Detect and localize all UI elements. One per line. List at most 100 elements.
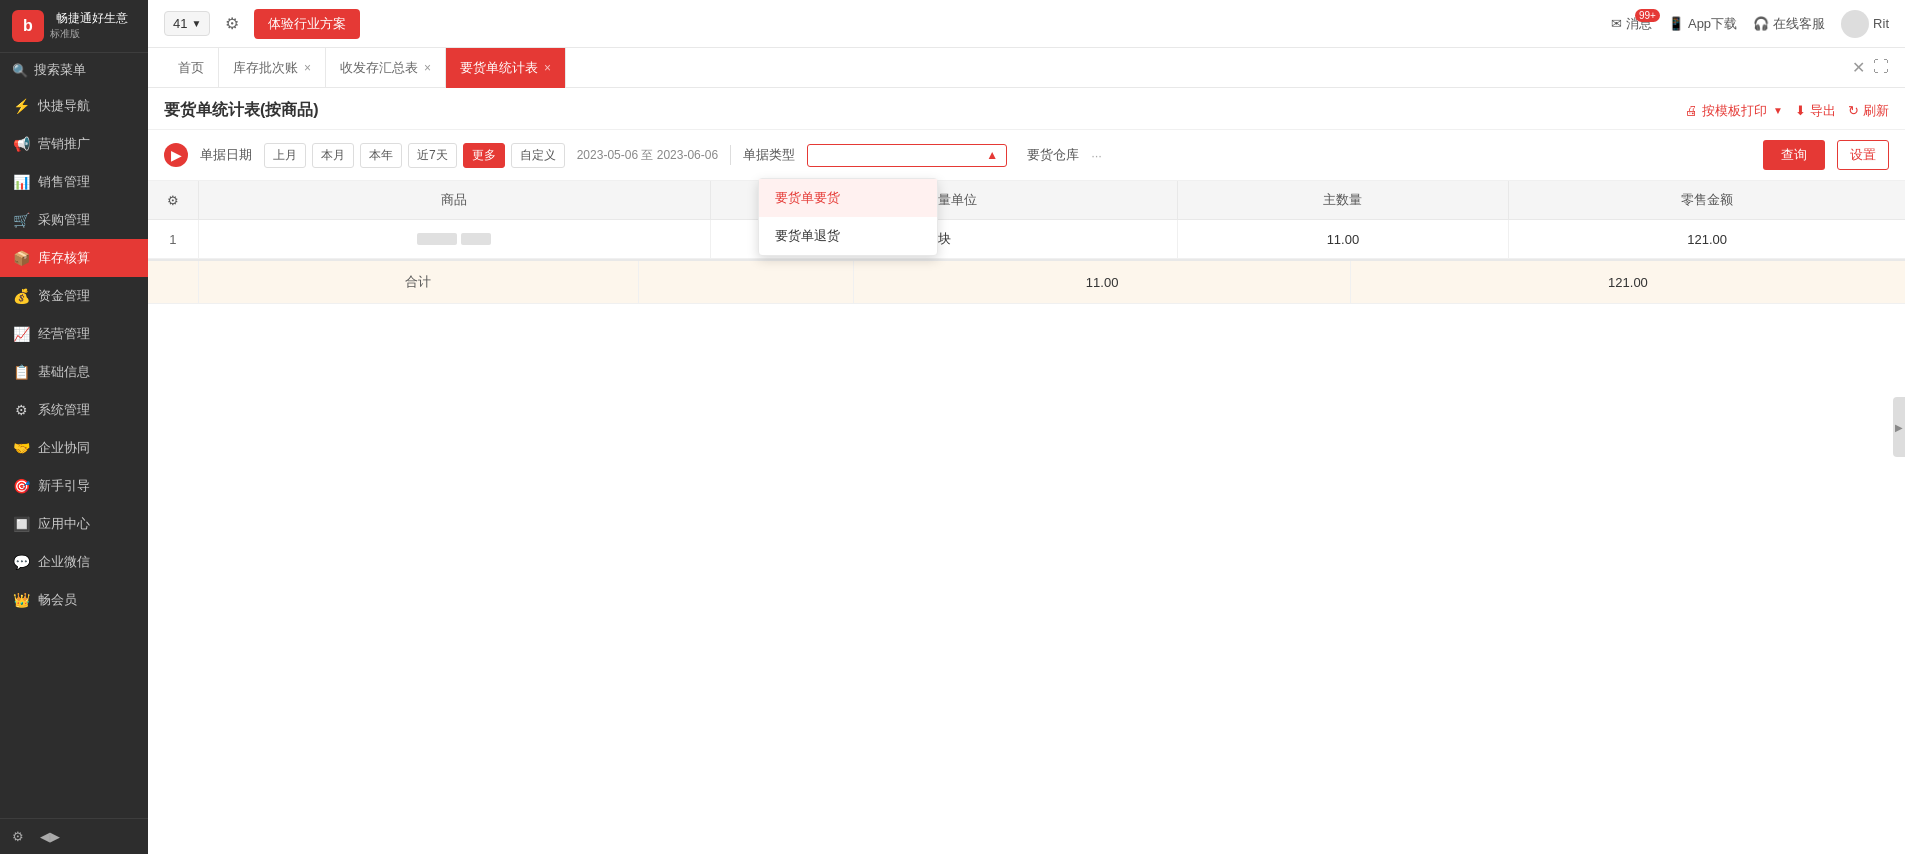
print-action[interactable]: 🖨 按模板打印 ▼	[1685, 102, 1783, 120]
main-area: 41 ▼ ⚙ 体验行业方案 ✉ 消息 99+ 📱 App下载 🎧 在线客服 R	[148, 0, 1905, 854]
gear-button[interactable]: ⚙	[218, 10, 246, 38]
sidebar-item-enterprise[interactable]: 🤝 企业协同	[0, 429, 148, 467]
query-button[interactable]: 查询	[1763, 140, 1825, 170]
date-this-year[interactable]: 本年	[360, 143, 402, 168]
sidebar-item-appstore[interactable]: 🔲 应用中心	[0, 505, 148, 543]
footer-quantity: 11.00	[854, 261, 1351, 304]
sidebar-item-wechat[interactable]: 💬 企业微信	[0, 543, 148, 581]
service-icon: 🎧	[1753, 16, 1769, 31]
sidebar-label-marketing: 营销推广	[38, 135, 90, 153]
online-service-label: 在线客服	[1773, 15, 1825, 33]
cell-product	[198, 220, 711, 259]
table-settings-icon[interactable]: ⚙	[167, 193, 179, 208]
sidebar-item-purchase[interactable]: 🛒 采购管理	[0, 201, 148, 239]
sidebar-label-newbie: 新手引导	[38, 477, 90, 495]
content-area: 要货单统计表(按商品) 🖨 按模板打印 ▼ ⬇ 导出 ↻ 刷新	[148, 88, 1905, 854]
tab-controls: ✕ ⛶	[1852, 58, 1889, 77]
dropdown-option-order-return[interactable]: 要货单退货	[759, 217, 937, 255]
date-custom[interactable]: 自定义	[511, 143, 565, 168]
sidebar-label-basic: 基础信息	[38, 363, 90, 381]
tab-receive-close[interactable]: ×	[424, 61, 431, 75]
sidebar: b 畅捷通好生意 标准版 🔍 搜索菜单 ⚡ 快捷导航 📢 营销推广 📊 销售管理…	[0, 0, 148, 854]
online-service-item[interactable]: 🎧 在线客服	[1753, 15, 1825, 33]
topbar-right: ✉ 消息 99+ 📱 App下载 🎧 在线客服 Rit	[1611, 10, 1889, 38]
sidebar-label-inventory: 库存核算	[38, 249, 90, 267]
user-avatar[interactable]: Rit	[1841, 10, 1889, 38]
date-last-7days[interactable]: 近7天	[408, 143, 457, 168]
date-last-month[interactable]: 上月	[264, 143, 306, 168]
tab-batch-account[interactable]: 库存批次账 ×	[219, 48, 326, 88]
sidebar-label-system: 系统管理	[38, 401, 90, 419]
tab-order-close[interactable]: ×	[544, 61, 551, 75]
col-amount: 零售金额	[1509, 181, 1905, 220]
type-filter-input-container[interactable]: ▲	[807, 144, 1007, 167]
footer-amount: 121.00	[1350, 261, 1905, 304]
sidebar-label-enterprise: 企业协同	[38, 439, 90, 457]
tab-batch-close[interactable]: ×	[304, 61, 311, 75]
app-name: 畅捷通好生意	[56, 11, 128, 27]
sidebar-item-quick-nav[interactable]: ⚡ 快捷导航	[0, 87, 148, 125]
sidebar-label-operation: 经营管理	[38, 325, 90, 343]
type-filter-input[interactable]	[816, 148, 986, 163]
collapse-icon[interactable]: ◀▶	[40, 829, 60, 844]
page-actions: 🖨 按模板打印 ▼ ⬇ 导出 ↻ 刷新	[1685, 102, 1889, 120]
filter-divider	[730, 145, 731, 165]
tab-receive-summary[interactable]: 收发存汇总表 ×	[326, 48, 446, 88]
download-icon: 📱	[1668, 16, 1684, 31]
app-download-label: App下载	[1688, 15, 1737, 33]
sidebar-label-wechat: 企业微信	[38, 553, 90, 571]
refresh-action[interactable]: ↻ 刷新	[1848, 102, 1889, 120]
sidebar-item-sales[interactable]: 📊 销售管理	[0, 163, 148, 201]
tab-order-stats[interactable]: 要货单统计表 ×	[446, 48, 566, 88]
cell-quantity: 11.00	[1177, 220, 1509, 259]
branch-selector[interactable]: 41 ▼	[164, 11, 210, 36]
sidebar-item-operation[interactable]: 📈 经营管理	[0, 315, 148, 353]
tab-home[interactable]: 首页	[164, 48, 219, 88]
search-label: 搜索菜单	[34, 61, 86, 79]
dropdown-option-order-goods[interactable]: 要货单要货	[759, 179, 937, 217]
app-download-item[interactable]: 📱 App下载	[1668, 15, 1737, 33]
date-this-month[interactable]: 本月	[312, 143, 354, 168]
date-more[interactable]: 更多	[463, 143, 505, 168]
col-quantity: 主数量	[1177, 181, 1509, 220]
sidebar-label-finance: 资金管理	[38, 287, 90, 305]
data-table: ⚙ 商品 主计量单位 主数量 零售金额 1	[148, 181, 1905, 259]
table-row: 1 块 11.00 121.00	[148, 220, 1905, 259]
print-label: 按模板打印	[1702, 102, 1767, 120]
product-cell-content	[211, 233, 699, 245]
sidebar-item-basic[interactable]: 📋 基础信息	[0, 353, 148, 391]
warehouse-dots[interactable]: ···	[1091, 148, 1102, 163]
sidebar-item-member[interactable]: 👑 畅会员	[0, 581, 148, 619]
newbie-icon: 🎯	[12, 477, 30, 495]
right-collapse-handle[interactable]: ▶	[1893, 397, 1905, 457]
basic-icon: 📋	[12, 363, 30, 381]
topbar-left: 41 ▼ ⚙ 体验行业方案	[164, 9, 1599, 39]
type-dropdown-arrow[interactable]: ▲	[986, 148, 998, 162]
sidebar-label-quick-nav: 快捷导航	[38, 97, 90, 115]
finance-icon: 💰	[12, 287, 30, 305]
topbar: 41 ▼ ⚙ 体验行业方案 ✉ 消息 99+ 📱 App下载 🎧 在线客服 R	[148, 0, 1905, 48]
trial-button[interactable]: 体验行业方案	[254, 9, 360, 39]
date-filters: 上月 本月 本年 近7天 更多 自定义	[264, 143, 565, 168]
messages-badge: 99+	[1635, 9, 1660, 22]
col-settings: ⚙	[148, 181, 198, 220]
messages-item[interactable]: ✉ 消息 99+	[1611, 15, 1652, 33]
sidebar-item-newbie[interactable]: 🎯 新手引导	[0, 467, 148, 505]
settings-button[interactable]: 设置	[1837, 140, 1889, 170]
search-menu[interactable]: 🔍 搜索菜单	[0, 53, 148, 87]
wechat-icon: 💬	[12, 553, 30, 571]
sidebar-item-inventory[interactable]: 📦 库存核算	[0, 239, 148, 277]
export-action[interactable]: ⬇ 导出	[1795, 102, 1836, 120]
table-header-row: ⚙ 商品 主计量单位 主数量 零售金额	[148, 181, 1905, 220]
sidebar-item-finance[interactable]: 💰 资金管理	[0, 277, 148, 315]
tab-close-all[interactable]: ✕	[1852, 58, 1865, 77]
sidebar-item-system[interactable]: ⚙ 系统管理	[0, 391, 148, 429]
settings-icon[interactable]: ⚙	[12, 829, 24, 844]
inventory-icon: 📦	[12, 249, 30, 267]
expand-button[interactable]: ▶	[164, 143, 188, 167]
date-filter-label: 单据日期	[200, 146, 252, 164]
tab-maximize[interactable]: ⛶	[1873, 58, 1889, 77]
app-sub: 标准版	[50, 27, 128, 41]
print-icon: 🖨	[1685, 103, 1698, 118]
sidebar-item-marketing[interactable]: 📢 营销推广	[0, 125, 148, 163]
